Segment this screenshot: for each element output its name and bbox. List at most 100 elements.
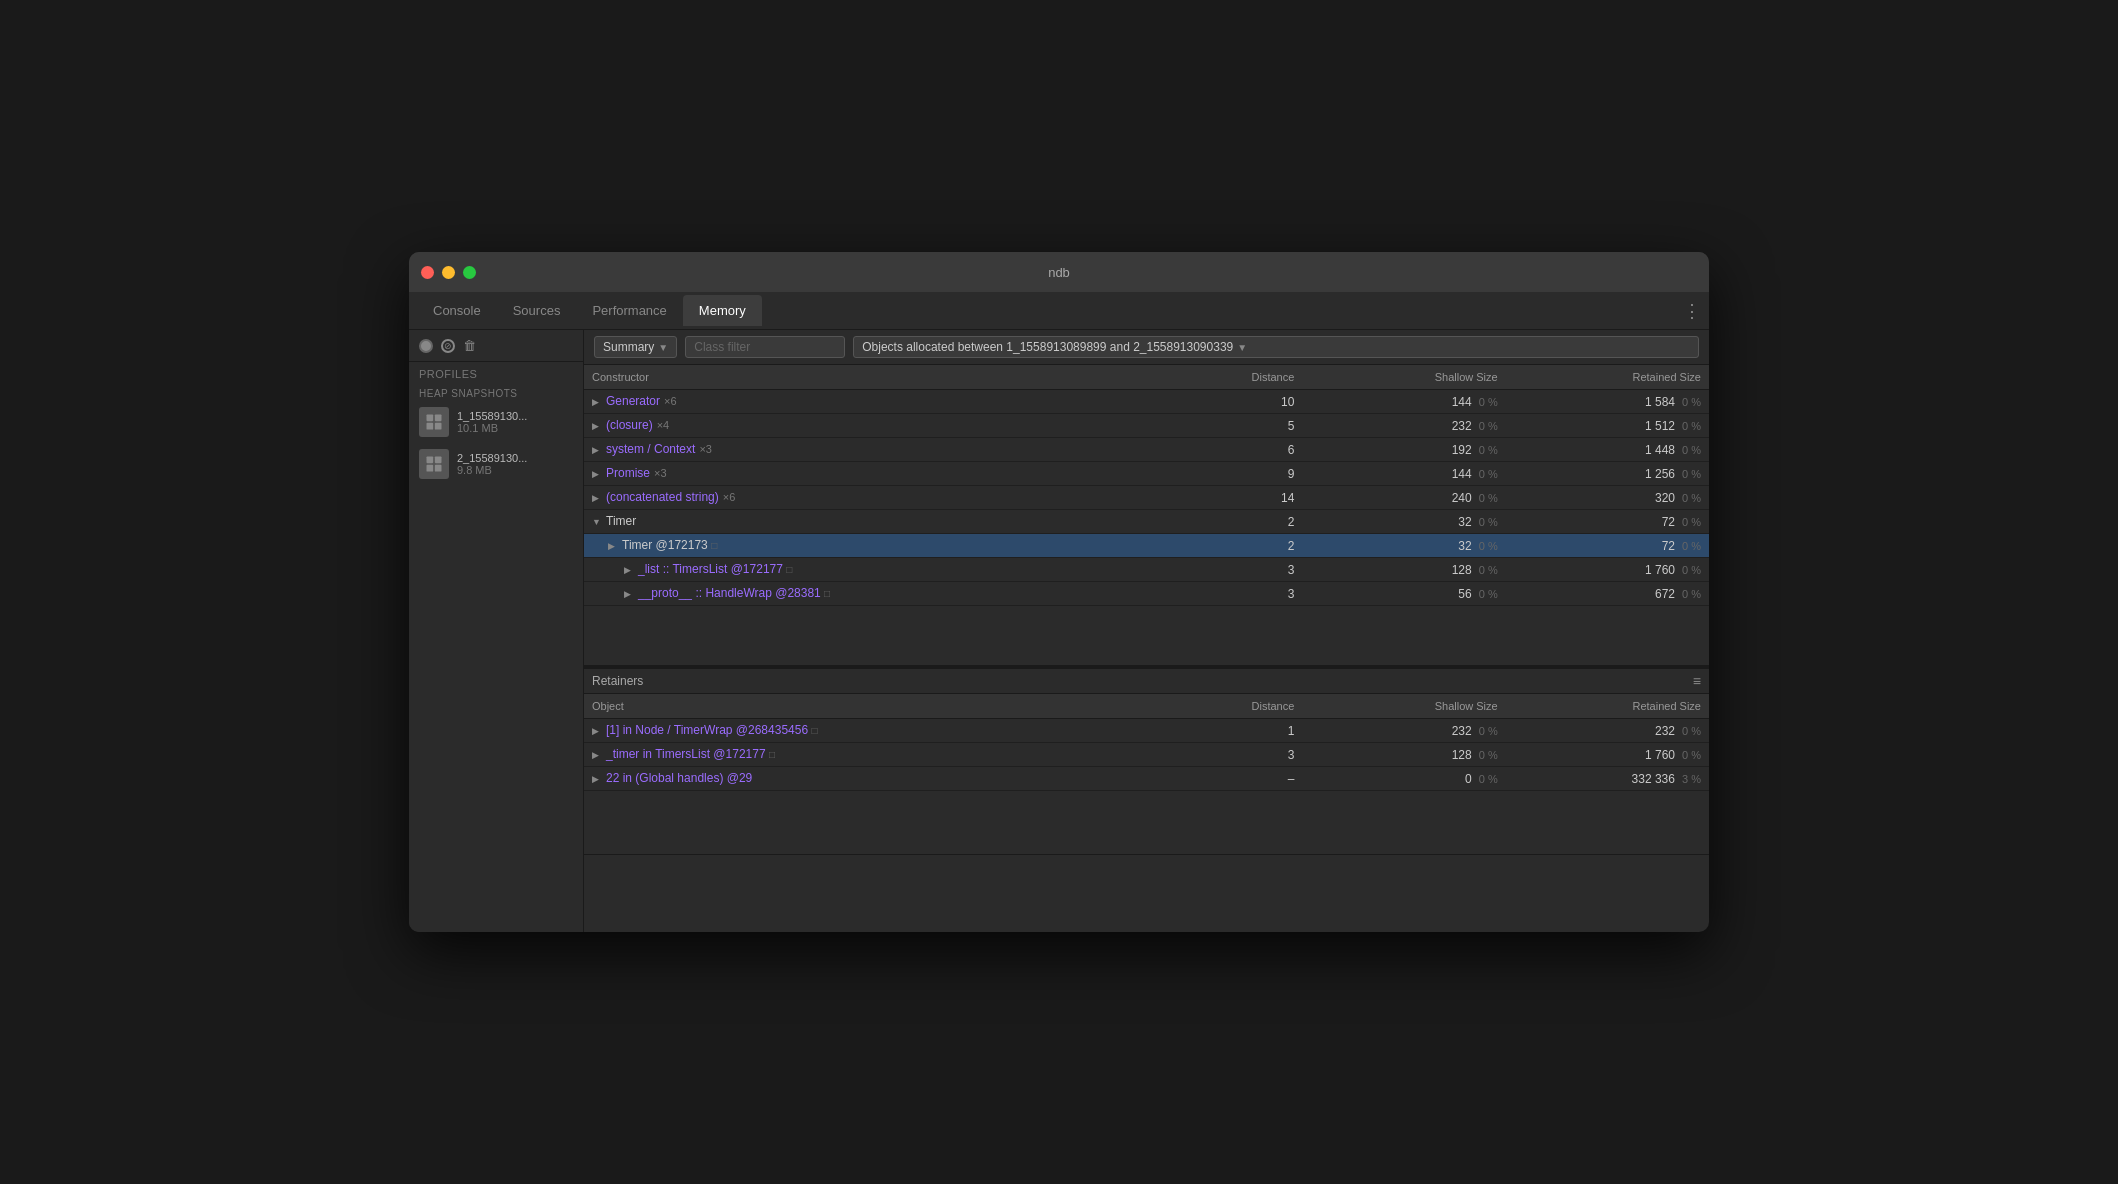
expand-icon[interactable]: ▼ (592, 517, 604, 529)
main-panel: Summary ▼ Objects allocated between 1_15… (584, 330, 1709, 932)
node-count: ×3 (699, 443, 712, 455)
snapshot-item-1[interactable]: 1_15589130... 10.1 MB (409, 401, 583, 443)
ret-cell-object: ▶_timer in TimersList @172177 □ (584, 743, 1203, 767)
retainers-menu-icon[interactable]: ≡ (1693, 673, 1701, 689)
retainers-section: Retainers ≡ Object Distance Shallow Size… (584, 669, 1709, 854)
table-row[interactable]: ▶Timer @172173 □232 0 %72 0 % (584, 534, 1709, 558)
cell-shallow-size: 192 0 % (1302, 438, 1505, 462)
object-name: 22 in (Global handles) @29 (606, 771, 752, 785)
svg-rect-7 (435, 465, 442, 472)
retainers-header-row: Object Distance Shallow Size Retained Si… (584, 694, 1709, 719)
retained-pct: 0 % (1679, 516, 1701, 528)
sub-toolbar: Summary ▼ Objects allocated between 1_15… (584, 330, 1709, 365)
cell-retained-size: 320 0 % (1506, 486, 1709, 510)
cell-distance: 6 (1203, 438, 1303, 462)
node-count: ×6 (723, 491, 736, 503)
constructor-name: system / Context (606, 442, 695, 456)
cell-distance: 5 (1203, 414, 1303, 438)
retainers-header: Retainers ≡ (584, 669, 1709, 694)
retainer-row[interactable]: ▶22 in (Global handles) @29–0 0 %332 336… (584, 767, 1709, 791)
expand-icon[interactable]: ▶ (592, 774, 604, 786)
table-row[interactable]: ▶system / Context×36192 0 %1 448 0 % (584, 438, 1709, 462)
snapshot-icon-2 (419, 449, 449, 479)
stop-button[interactable]: ⊘ (441, 339, 455, 353)
table-row[interactable]: ▼Timer232 0 %72 0 % (584, 510, 1709, 534)
svg-rect-1 (435, 415, 442, 422)
svg-rect-2 (427, 423, 434, 430)
svg-rect-5 (435, 457, 442, 464)
expand-icon[interactable]: ▶ (592, 397, 604, 409)
class-filter-input[interactable] (685, 336, 845, 358)
table-row[interactable]: ▶Generator×610144 0 %1 584 0 % (584, 390, 1709, 414)
col-retained-size: Retained Size (1506, 365, 1709, 390)
table-row[interactable]: ▶_list :: TimersList @172177 □3128 0 %1 … (584, 558, 1709, 582)
ret-cell-retained: 232 0 % (1506, 719, 1709, 743)
cell-shallow-size: 144 0 % (1302, 462, 1505, 486)
window-title: ndb (1048, 265, 1070, 280)
retained-pct: 0 % (1679, 420, 1701, 432)
tab-memory[interactable]: Memory (683, 295, 762, 326)
retainer-row[interactable]: ▶_timer in TimersList @172177 □3128 0 %1… (584, 743, 1709, 767)
table-header-row: Constructor Distance Shallow Size Retain… (584, 365, 1709, 390)
ret-col-distance: Distance (1203, 694, 1303, 719)
retained-pct: 0 % (1679, 492, 1701, 504)
constructor-name: _list :: TimersList @172177 (638, 562, 783, 576)
expand-icon[interactable]: ▶ (592, 726, 604, 738)
node-marker-icon: □ (711, 540, 717, 551)
bottom-bar (584, 854, 1709, 882)
minimize-button[interactable] (442, 266, 455, 279)
expand-icon[interactable]: ▶ (592, 493, 604, 505)
retained-pct: 0 % (1679, 564, 1701, 576)
constructor-name: Timer @172173 (622, 538, 708, 552)
view-mode-dropdown[interactable]: Summary ▼ (594, 336, 677, 358)
table-row[interactable]: ▶(closure)×45232 0 %1 512 0 % (584, 414, 1709, 438)
objects-filter-dropdown[interactable]: Objects allocated between 1_155891308989… (853, 336, 1699, 358)
retained-pct: 3 % (1679, 773, 1701, 785)
table-row[interactable]: ▶(concatenated string)×614240 0 %320 0 % (584, 486, 1709, 510)
cell-shallow-size: 232 0 % (1302, 414, 1505, 438)
snapshot-info-2: 2_15589130... 9.8 MB (457, 452, 573, 476)
sidebar-toolbar: ⊘ 🗑 (409, 330, 583, 362)
more-options-button[interactable]: ⋮ (1683, 302, 1701, 320)
table-row[interactable]: ▶__proto__ :: HandleWrap @28381 □356 0 %… (584, 582, 1709, 606)
chevron-down-icon: ▼ (658, 342, 668, 353)
cell-distance: 3 (1203, 558, 1303, 582)
tab-performance[interactable]: Performance (576, 295, 682, 326)
expand-icon[interactable]: ▶ (608, 541, 620, 553)
expand-icon[interactable]: ▶ (624, 565, 636, 577)
close-button[interactable] (421, 266, 434, 279)
shallow-pct: 0 % (1476, 749, 1498, 761)
node-marker-icon: □ (811, 725, 817, 736)
col-constructor: Constructor (584, 365, 1203, 390)
ret-cell-distance: – (1203, 767, 1303, 791)
ret-cell-distance: 1 (1203, 719, 1303, 743)
col-distance: Distance (1203, 365, 1303, 390)
retainer-row[interactable]: ▶[1] in Node / TimerWrap @268435456 □ 1 23… (584, 719, 1709, 743)
sidebar: ⊘ 🗑 PROFILES HEAP SNAPSHOTS 1_15589130..… (409, 330, 584, 932)
profiles-label: PROFILES (409, 362, 583, 386)
record-button[interactable] (419, 339, 433, 353)
expand-icon[interactable]: ▶ (624, 589, 636, 601)
maximize-button[interactable] (463, 266, 476, 279)
svg-rect-4 (427, 457, 434, 464)
cell-constructor: ▶system / Context ×3 (584, 438, 1203, 462)
expand-icon[interactable]: ▶ (592, 750, 604, 762)
snapshot-item-2[interactable]: 2_15589130... 9.8 MB (409, 443, 583, 485)
table-row[interactable]: ▶Promise×39144 0 %1 256 0 % (584, 462, 1709, 486)
expand-icon[interactable]: ▶ (592, 421, 604, 433)
ret-col-object: Object (584, 694, 1203, 719)
expand-icon[interactable]: ▶ (592, 469, 604, 481)
clear-button[interactable]: 🗑 (463, 338, 476, 353)
expand-icon[interactable]: ▶ (592, 445, 604, 457)
constructor-name: (closure) (606, 418, 653, 432)
object-name: _timer in TimersList @172177 (606, 747, 766, 761)
shallow-pct: 0 % (1476, 564, 1498, 576)
tab-sources[interactable]: Sources (497, 295, 577, 326)
object-name: [1] in Node / TimerWrap @268435456 (606, 723, 808, 737)
svg-rect-3 (435, 423, 442, 430)
tab-console[interactable]: Console (417, 295, 497, 326)
cell-constructor: ▶Promise×3 (584, 462, 1203, 486)
filter-chevron-icon: ▼ (1237, 342, 1247, 353)
summary-label: Summary (603, 340, 654, 354)
constructor-name: Promise (606, 466, 650, 480)
